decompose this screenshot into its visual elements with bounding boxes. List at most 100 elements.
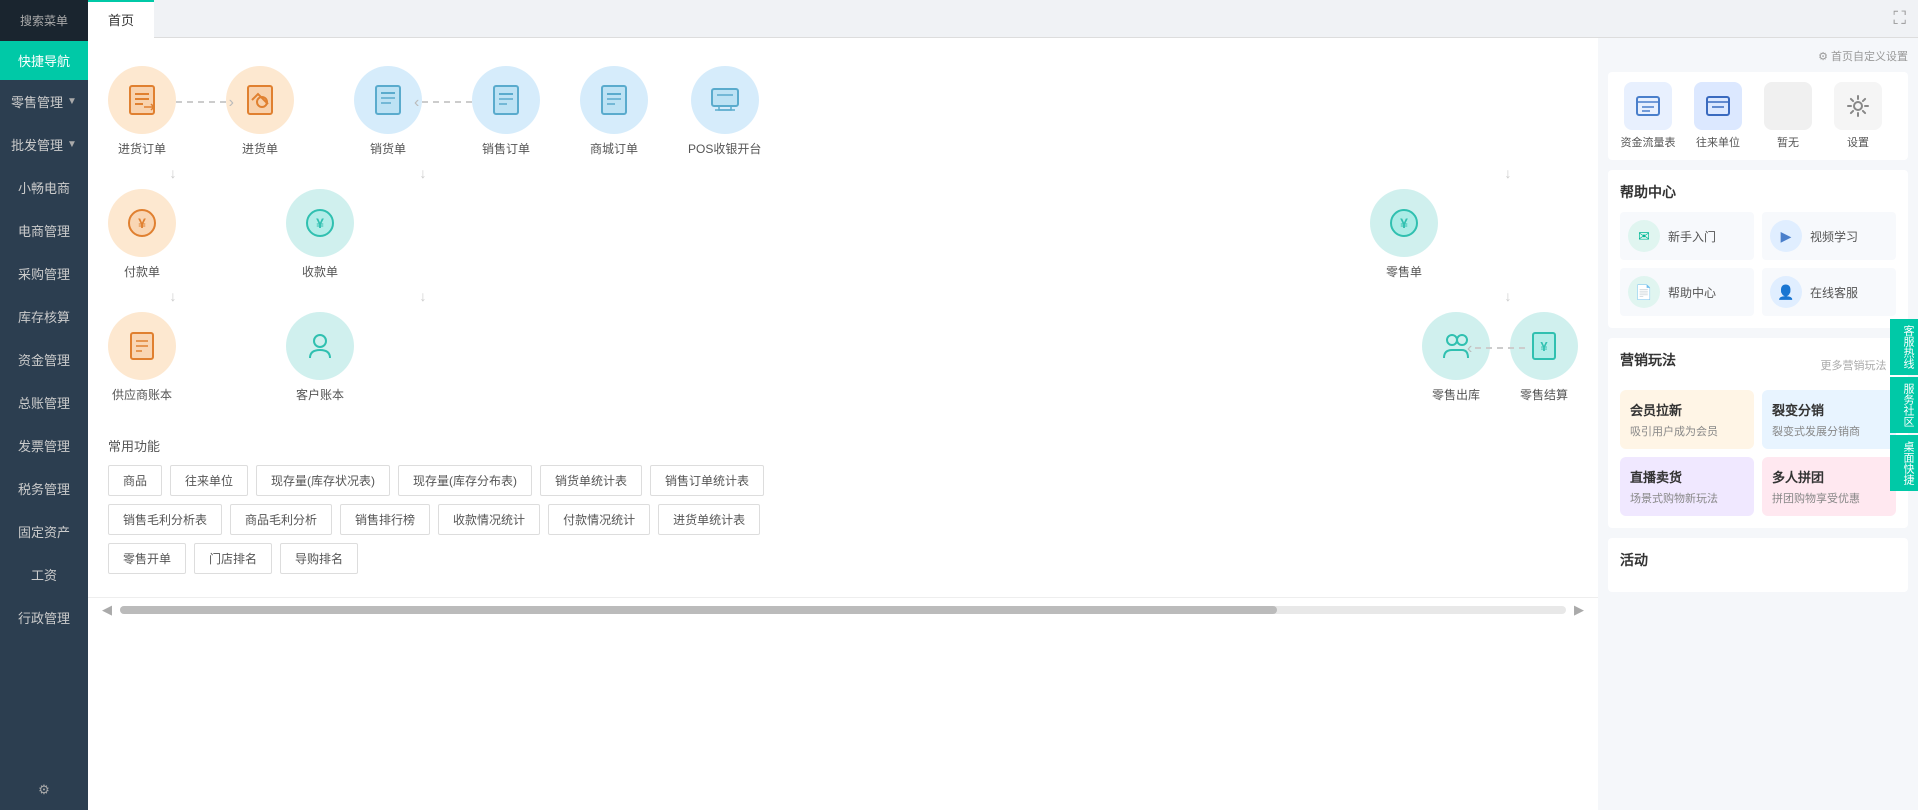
func-btn-purchase-stat[interactable]: 进货单统计表 bbox=[658, 504, 760, 535]
func-btn-retail-order[interactable]: 零售开单 bbox=[108, 543, 186, 574]
float-btn-hotline[interactable]: 客服热线 bbox=[1890, 319, 1918, 375]
float-btn-desktop[interactable]: 桌面快捷 bbox=[1890, 435, 1918, 491]
helpcenter-icon: 📄 bbox=[1628, 276, 1660, 308]
scroll-track[interactable] bbox=[120, 606, 1566, 614]
node-customer-ledger[interactable]: 客户账本 bbox=[286, 304, 354, 411]
sidebar-item-admin[interactable]: 行政管理 bbox=[0, 596, 88, 639]
func-btn-sales-rank[interactable]: 销售排行榜 bbox=[340, 504, 430, 535]
svg-text:¥: ¥ bbox=[316, 215, 324, 231]
activity-section: 活动 bbox=[1608, 538, 1908, 592]
help-item-helpcenter[interactable]: 📄 帮助中心 bbox=[1620, 268, 1754, 316]
node-retail-out[interactable]: 零售出库 bbox=[1422, 304, 1490, 411]
marketing-title: 营销玩法 bbox=[1620, 350, 1676, 370]
sidebar-item-ecom[interactable]: 电商管理 bbox=[0, 209, 88, 252]
func-row-1: 商品 往来单位 现存量(库存状况表) 现存量(库存分布表) 销货单统计表 销售订… bbox=[108, 465, 1578, 496]
func-btn-stock-dist[interactable]: 现存量(库存分布表) bbox=[398, 465, 532, 496]
retail-bill-icon: ¥ bbox=[1370, 189, 1438, 257]
func-btn-stock-status[interactable]: 现存量(库存状况表) bbox=[256, 465, 390, 496]
fullscreen-icon[interactable]: ⛶ bbox=[1893, 8, 1918, 29]
func-btn-payment-stat[interactable]: 付款情况统计 bbox=[548, 504, 650, 535]
cashflow-icon bbox=[1624, 82, 1672, 130]
scroll-left-btn[interactable]: ◀ bbox=[98, 602, 116, 618]
func-btn-store-rank[interactable]: 门店排名 bbox=[194, 543, 272, 574]
sidebar-search[interactable]: 搜索菜单 bbox=[0, 0, 88, 41]
main-area: 首页 ⛶ bbox=[88, 0, 1918, 810]
horizontal-scrollbar: ◀ ▶ bbox=[88, 597, 1598, 622]
workflow-section: 进货订单 › bbox=[88, 38, 1598, 421]
node-retail-bill[interactable]: ¥ 零售单 bbox=[1370, 181, 1438, 288]
marketing-grid: 会员拉新 吸引用户成为会员 裂变分销 裂变式发展分销商 直播卖货 场景式购物新玩… bbox=[1620, 390, 1896, 516]
node-mall-order[interactable]: 商城订单 bbox=[580, 58, 648, 165]
help-title: 帮助中心 bbox=[1620, 182, 1896, 202]
sidebar-item-ledger[interactable]: 总账管理 bbox=[0, 381, 88, 424]
sidebar-item-ecom-small[interactable]: 小畅电商 bbox=[0, 166, 88, 209]
sidebar-settings-btn[interactable]: ⚙ bbox=[0, 770, 88, 810]
sidebar-quick-nav[interactable]: 快捷导航 bbox=[0, 41, 88, 80]
help-item-online[interactable]: 👤 在线客服 bbox=[1762, 268, 1896, 316]
float-btn-community[interactable]: 服务社区 bbox=[1890, 377, 1918, 433]
sidebar-item-retail[interactable]: 零售管理 ▼ bbox=[0, 80, 88, 123]
quick-nav-section: 资金流量表 往来单位 bbox=[1608, 72, 1908, 160]
sales-bill-icon bbox=[354, 66, 422, 134]
scroll-right-btn[interactable]: ▶ bbox=[1570, 602, 1588, 618]
purchase-bill-icon bbox=[226, 66, 294, 134]
quick-nav-cashflow[interactable]: 资金流量表 bbox=[1618, 82, 1678, 150]
node-purchase-bill[interactable]: 进货单 bbox=[226, 58, 294, 165]
scroll-thumb bbox=[120, 606, 1277, 614]
quick-nav-grid: 资金流量表 往来单位 bbox=[1618, 82, 1898, 150]
video-icon: ▶ bbox=[1770, 220, 1802, 252]
more-marketing-link[interactable]: 更多营销玩法 > bbox=[1821, 357, 1896, 373]
sidebar-item-wholesale[interactable]: 批发管理 ▼ bbox=[0, 123, 88, 166]
func-btn-receipt-stat[interactable]: 收款情况统计 bbox=[438, 504, 540, 535]
func-btn-goods-margin[interactable]: 商品毛利分析 bbox=[230, 504, 332, 535]
quick-nav-settings[interactable]: 设置 bbox=[1828, 82, 1888, 150]
func-btn-contacts[interactable]: 往来单位 bbox=[170, 465, 248, 496]
node-retail-settle[interactable]: ¥ 零售结算 bbox=[1510, 304, 1578, 411]
content-area: 进货订单 › bbox=[88, 38, 1918, 810]
sidebar-item-purchase[interactable]: 采购管理 bbox=[0, 252, 88, 295]
pos-icon bbox=[691, 66, 759, 134]
node-supplier-ledger[interactable]: 供应商账本 bbox=[108, 304, 176, 411]
customize-btn[interactable]: ⚙ 首页自定义设置 bbox=[1818, 51, 1908, 63]
sidebar-item-payroll[interactable]: 工资 bbox=[0, 553, 88, 596]
svg-text:¥: ¥ bbox=[1540, 339, 1548, 354]
func-btn-guide-rank[interactable]: 导购排名 bbox=[280, 543, 358, 574]
marketing-item-fission[interactable]: 裂变分销 裂变式发展分销商 bbox=[1762, 390, 1896, 449]
node-sales-order[interactable]: 销售订单 bbox=[472, 58, 540, 165]
quick-nav-empty[interactable]: 暂无 bbox=[1758, 82, 1818, 150]
tab-bar: 首页 ⛶ bbox=[88, 0, 1918, 38]
func-row-2: 销售毛利分析表 商品毛利分析 销售排行榜 收款情况统计 付款情况统计 进货单统计… bbox=[108, 504, 1578, 535]
quick-nav-contacts[interactable]: 往来单位 bbox=[1688, 82, 1748, 150]
node-payment[interactable]: ¥ 付款单 bbox=[108, 181, 176, 288]
customer-ledger-icon bbox=[286, 312, 354, 380]
node-pos[interactable]: POS收银开台 bbox=[688, 58, 761, 165]
marketing-item-live[interactable]: 直播卖货 场景式购物新玩法 bbox=[1620, 457, 1754, 516]
marketing-header: 营销玩法 更多营销玩法 > bbox=[1620, 350, 1896, 380]
help-section: 帮助中心 ✉ 新手入门 ▶ 视频学习 📄 帮助中心 👤 bbox=[1608, 170, 1908, 328]
svg-text:¥: ¥ bbox=[1400, 215, 1408, 231]
receipt-icon: ¥ bbox=[286, 189, 354, 257]
sidebar-item-tax[interactable]: 税务管理 bbox=[0, 467, 88, 510]
node-sales-bill[interactable]: 销货单 bbox=[354, 58, 422, 165]
sales-order-icon bbox=[472, 66, 540, 134]
node-purchase-order[interactable]: 进货订单 bbox=[108, 58, 176, 165]
sidebar-item-inventory[interactable]: 库存核算 bbox=[0, 295, 88, 338]
func-btn-sales-order-stat[interactable]: 销售订单统计表 bbox=[650, 465, 764, 496]
marketing-item-member[interactable]: 会员拉新 吸引用户成为会员 bbox=[1620, 390, 1754, 449]
func-btn-sales-stat[interactable]: 销货单统计表 bbox=[540, 465, 642, 496]
func-btn-sales-margin[interactable]: 销售毛利分析表 bbox=[108, 504, 222, 535]
wholesale-arrow-icon: ▼ bbox=[67, 139, 77, 150]
tab-home[interactable]: 首页 bbox=[88, 0, 154, 38]
help-item-beginner[interactable]: ✉ 新手入门 bbox=[1620, 212, 1754, 260]
sidebar: 搜索菜单 快捷导航 零售管理 ▼ 批发管理 ▼ 小畅电商 电商管理 采购管理 库… bbox=[0, 0, 88, 810]
func-btn-goods[interactable]: 商品 bbox=[108, 465, 162, 496]
marketing-section: 营销玩法 更多营销玩法 > 会员拉新 吸引用户成为会员 裂变分销 裂变式发展分销… bbox=[1608, 338, 1908, 528]
help-item-video[interactable]: ▶ 视频学习 bbox=[1762, 212, 1896, 260]
node-receipt[interactable]: ¥ 收款单 bbox=[286, 181, 354, 288]
settings-icon bbox=[1834, 82, 1882, 130]
marketing-item-group[interactable]: 多人拼团 拼团购物享受优惠 bbox=[1762, 457, 1896, 516]
float-sidebar: 客服热线 服务社区 桌面快捷 bbox=[1890, 319, 1918, 491]
sidebar-item-finance[interactable]: 资金管理 bbox=[0, 338, 88, 381]
sidebar-item-assets[interactable]: 固定资产 bbox=[0, 510, 88, 553]
sidebar-item-invoice[interactable]: 发票管理 bbox=[0, 424, 88, 467]
